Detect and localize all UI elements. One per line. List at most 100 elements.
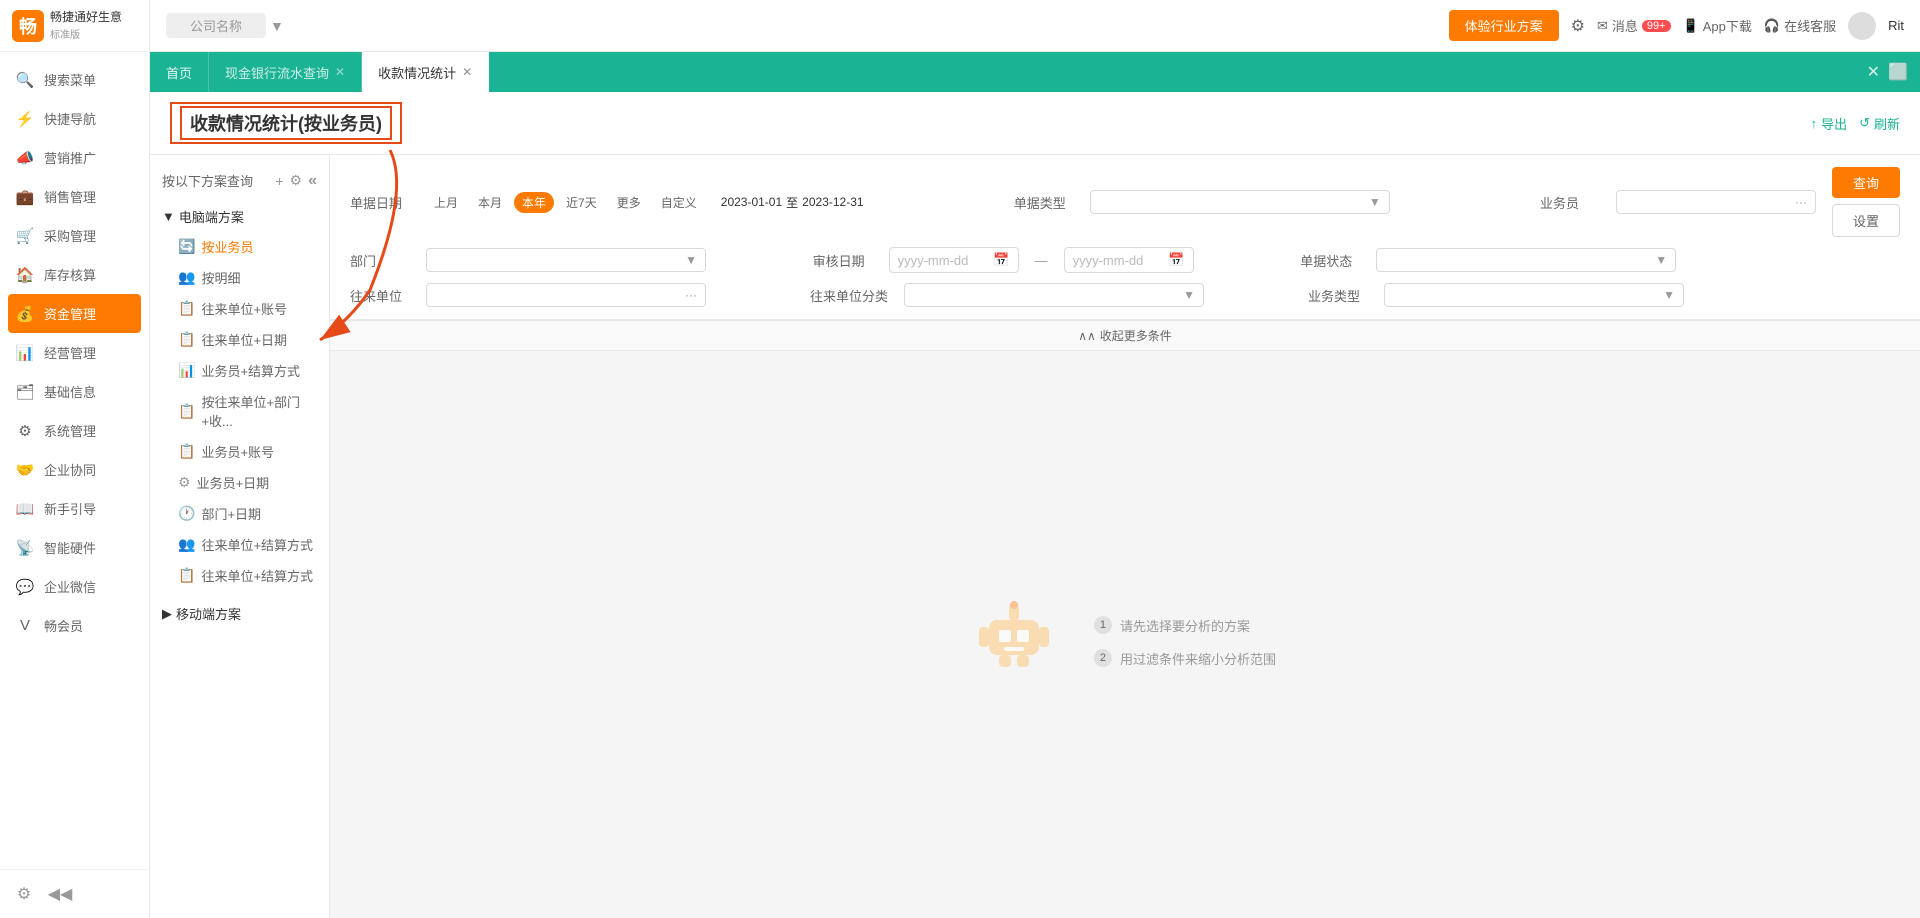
date-tab-this-year[interactable]: 本年 bbox=[514, 192, 554, 213]
scheme-group-mobile-header[interactable]: ▶ 移动端方案 bbox=[150, 599, 329, 628]
download-icon: 📱 bbox=[1683, 18, 1699, 34]
collapse-icon: ∧∧ bbox=[1078, 329, 1096, 343]
tab-home[interactable]: 首页 bbox=[150, 52, 209, 92]
enterprise-icon: 🤝 bbox=[16, 461, 34, 479]
step-1-number: 1 bbox=[1094, 616, 1112, 634]
page-header: 收款情况统计(按业务员) ↑ 导出 ↺ 刷新 bbox=[150, 92, 1920, 155]
partner-select[interactable]: ··· bbox=[426, 283, 706, 307]
collapse-panel-icon[interactable]: « bbox=[308, 172, 317, 190]
settings-footer-icon[interactable]: ⚙ bbox=[12, 882, 36, 906]
scheme-group-mobile-arrow: ▶ bbox=[162, 606, 172, 622]
gear-icon[interactable]: ⚙ bbox=[1571, 16, 1585, 36]
sidebar-item-operations[interactable]: 📊 经营管理 bbox=[0, 333, 149, 372]
collapse-bar[interactable]: ∧∧ 收起更多条件 bbox=[330, 320, 1920, 351]
scheme-item-by-salesperson[interactable]: 🔄 按业务员 bbox=[150, 231, 329, 262]
scheme-item-partner-account[interactable]: 📋 往来单位+账号 bbox=[150, 293, 329, 324]
content-area: 按以下方案查询 + ⚙ « ▼ 电脑端方案 🔄 按业务员 bbox=[150, 155, 1920, 918]
left-panel: 按以下方案查询 + ⚙ « ▼ 电脑端方案 🔄 按业务员 bbox=[150, 155, 330, 918]
sidebar-item-member[interactable]: V 畅会员 bbox=[0, 606, 149, 645]
scheme-item-by-detail[interactable]: 👥 按明细 bbox=[150, 262, 329, 293]
date-tab-custom[interactable]: 自定义 bbox=[653, 192, 705, 213]
date-tab-7days[interactable]: 近7天 bbox=[558, 192, 605, 213]
maximize-window-icon[interactable]: ⬜ bbox=[1888, 62, 1908, 82]
date-range-start: 2023-01-01 bbox=[721, 195, 782, 209]
receipt-tab-close-icon[interactable]: ✕ bbox=[462, 65, 472, 79]
partner-category-select[interactable]: ▼ bbox=[904, 283, 1204, 307]
voucher-status-label: 单据状态 bbox=[1300, 251, 1360, 270]
sidebar-item-marketing[interactable]: 📣 营销推广 bbox=[0, 138, 149, 177]
partner-settlement2-icon: 📋 bbox=[178, 567, 195, 584]
scheme-item-partner-settlement1[interactable]: 👥 往来单位+结算方式 bbox=[150, 529, 329, 560]
date-tab-more[interactable]: 更多 bbox=[609, 192, 649, 213]
date-tab-this-month[interactable]: 本月 bbox=[470, 192, 510, 213]
member-icon: V bbox=[16, 617, 34, 635]
close-window-icon[interactable]: ✕ bbox=[1867, 62, 1880, 82]
sidebar-item-wechat[interactable]: 💬 企业微信 bbox=[0, 567, 149, 606]
collapse-sidebar-icon[interactable]: ◀◀ bbox=[48, 882, 72, 906]
app-logo-icon: 畅 bbox=[12, 10, 44, 42]
bank-tab-close-icon[interactable]: ✕ bbox=[335, 65, 345, 79]
scheme-item-partner-dept[interactable]: 📋 按往来单位+部门+收... bbox=[150, 386, 329, 436]
salesperson-settlement-icon: 📊 bbox=[178, 362, 195, 379]
voucher-status-select[interactable]: ▼ bbox=[1376, 248, 1676, 272]
marketing-icon: 📣 bbox=[16, 149, 34, 167]
partner-category-chevron: ▼ bbox=[1183, 288, 1195, 302]
sidebar-item-guide[interactable]: 📖 新手引导 bbox=[0, 489, 149, 528]
sidebar-item-smart-hw[interactable]: 📡 智能硬件 bbox=[0, 528, 149, 567]
business-type-select[interactable]: ▼ bbox=[1384, 283, 1684, 307]
query-button[interactable]: 查询 bbox=[1832, 167, 1900, 198]
review-date-start-text: yyyy-mm-dd bbox=[898, 253, 969, 268]
sidebar-item-inventory[interactable]: 🏠 库存核算 bbox=[0, 255, 149, 294]
setting-button[interactable]: 设置 bbox=[1832, 204, 1900, 237]
scheme-item-partner-settlement2[interactable]: 📋 往来单位+结算方式 bbox=[150, 560, 329, 591]
sidebar-item-basic[interactable]: 🗂 基础信息 bbox=[0, 372, 149, 411]
tab-bank[interactable]: 现金银行流水查询 ✕ bbox=[209, 52, 362, 92]
sidebar-item-enterprise[interactable]: 🤝 企业协同 bbox=[0, 450, 149, 489]
trial-button[interactable]: 体验行业方案 bbox=[1449, 10, 1559, 41]
review-date-start-input[interactable]: yyyy-mm-dd 📅 bbox=[889, 247, 1019, 273]
scheme-item-partner-date[interactable]: 📋 往来单位+日期 bbox=[150, 324, 329, 355]
messages-button[interactable]: ✉ 消息 99+ bbox=[1597, 16, 1671, 35]
sidebar-item-purchase[interactable]: 🛒 采购管理 bbox=[0, 216, 149, 255]
tab-bar: 首页 现金银行流水查询 ✕ 收款情况统计 ✕ ✕ ⬜ bbox=[150, 52, 1920, 92]
salesperson-select[interactable]: ··· bbox=[1616, 190, 1816, 214]
refresh-button[interactable]: ↺ 刷新 bbox=[1859, 114, 1900, 133]
tab-receipt[interactable]: 收款情况统计 ✕ bbox=[362, 52, 489, 92]
sidebar-item-quick-nav[interactable]: ⚡ 快捷导航 bbox=[0, 99, 149, 138]
sidebar-item-system[interactable]: ⚙ 系统管理 bbox=[0, 411, 149, 450]
scheme-setting-icon[interactable]: ⚙ bbox=[290, 172, 303, 189]
bank-tab-label: 现金银行流水查询 bbox=[225, 63, 329, 82]
online-service-button[interactable]: 🎧 在线客服 bbox=[1764, 16, 1836, 35]
add-scheme-icon[interactable]: + bbox=[275, 173, 283, 189]
company-dropdown-icon[interactable]: ▼ bbox=[270, 18, 284, 34]
business-type-label: 业务类型 bbox=[1308, 286, 1368, 305]
sidebar-item-sales[interactable]: 💼 销售管理 bbox=[0, 177, 149, 216]
company-selector[interactable]: 公司名称 bbox=[166, 13, 266, 38]
review-date-end-input[interactable]: yyyy-mm-dd 📅 bbox=[1064, 247, 1194, 273]
panel-header-icons: + ⚙ « bbox=[275, 172, 317, 190]
app-download-button[interactable]: 📱 App下载 bbox=[1683, 16, 1752, 35]
purchase-icon: 🛒 bbox=[16, 227, 34, 245]
scheme-item-dept-date[interactable]: 🕐 部门+日期 bbox=[150, 498, 329, 529]
scheme-item-salesperson-account[interactable]: 📋 业务员+账号 bbox=[150, 436, 329, 467]
by-detail-icon: 👥 bbox=[178, 269, 195, 286]
scheme-item-salesperson-date[interactable]: ⚙ 业务员+日期 bbox=[150, 467, 329, 498]
home-tab-label: 首页 bbox=[166, 63, 192, 82]
salesperson-label: 业务员 bbox=[1540, 193, 1600, 212]
voucher-type-select[interactable]: ▼ bbox=[1090, 190, 1390, 214]
sidebar-item-search-menu[interactable]: 🔍 搜索菜单 bbox=[0, 60, 149, 99]
voucher-status-chevron: ▼ bbox=[1655, 253, 1667, 267]
user-avatar[interactable] bbox=[1848, 12, 1876, 40]
export-button[interactable]: ↑ 导出 bbox=[1811, 114, 1848, 133]
salesperson-date-icon: ⚙ bbox=[178, 474, 191, 491]
date-tab-last-month[interactable]: 上月 bbox=[426, 192, 466, 213]
app-edition: 标准版 bbox=[50, 26, 122, 41]
empty-state: 1 请先选择要分析的方案 2 用过滤条件来缩小分析范围 bbox=[1094, 616, 1276, 674]
quick-nav-icon: ⚡ bbox=[16, 110, 34, 128]
dept-date-icon: 🕐 bbox=[178, 505, 195, 522]
dept-select[interactable]: ▼ bbox=[426, 248, 706, 272]
scheme-item-salesperson-settlement[interactable]: 📊 业务员+结算方式 bbox=[150, 355, 329, 386]
scheme-group-desktop-header[interactable]: ▼ 电脑端方案 bbox=[150, 202, 329, 231]
sidebar-item-finance[interactable]: 💰 资金管理 bbox=[8, 294, 141, 333]
dept-chevron: ▼ bbox=[685, 253, 697, 267]
